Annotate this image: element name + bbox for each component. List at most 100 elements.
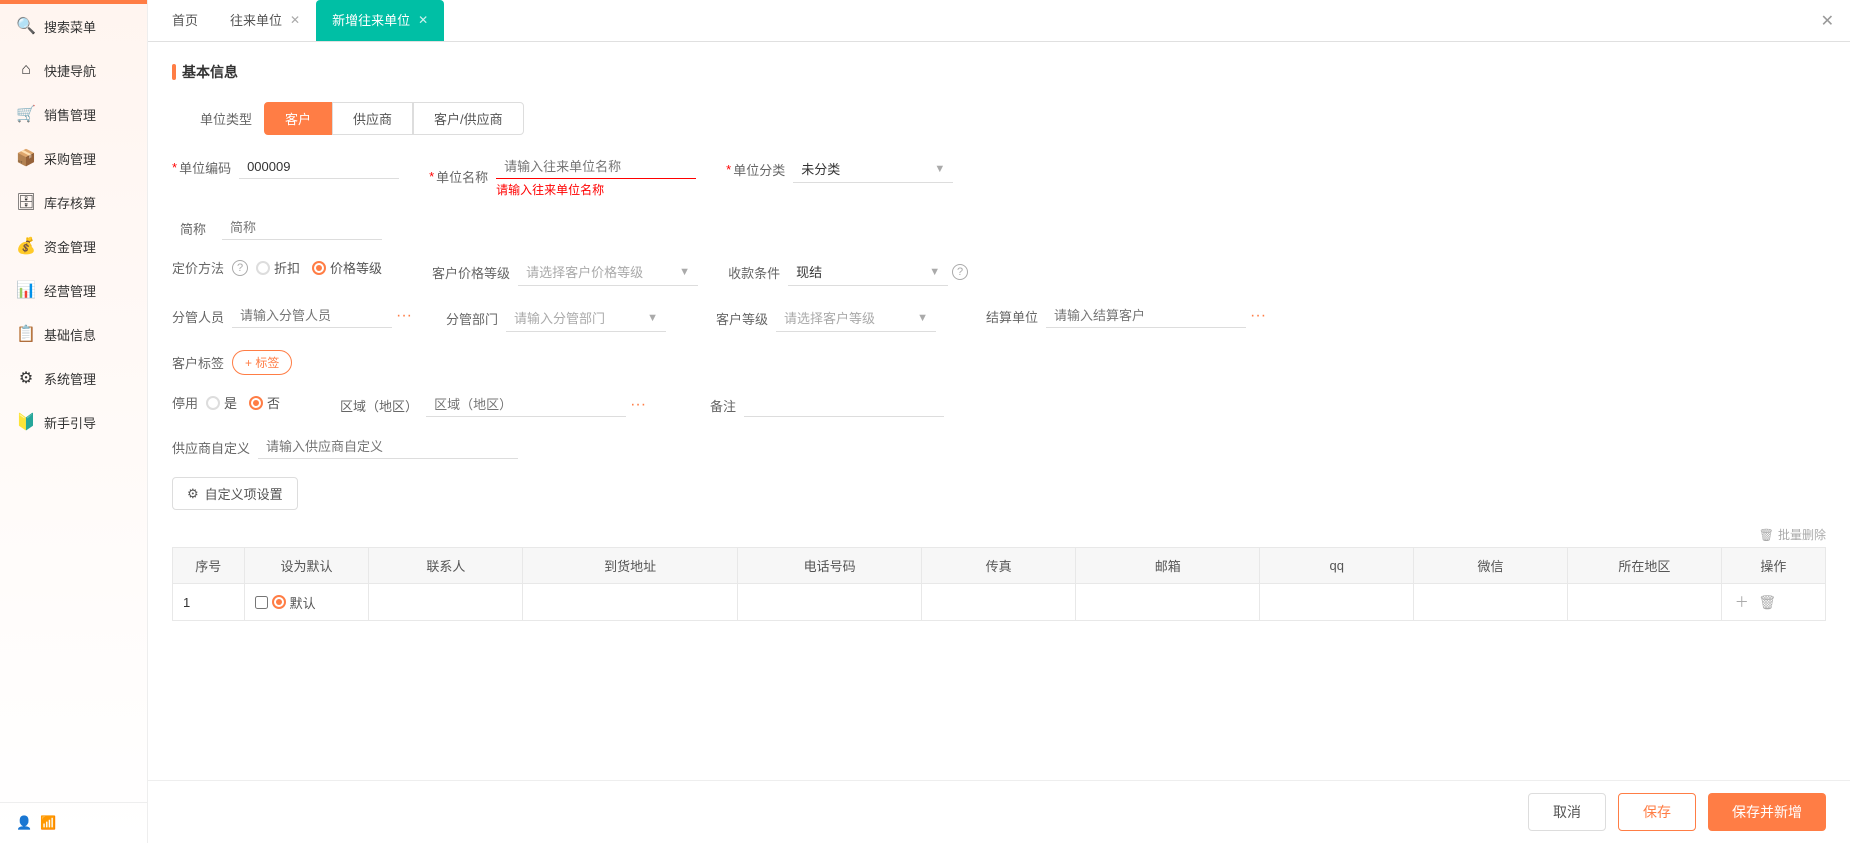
- cell-region: [1567, 584, 1721, 621]
- unit-name-error: 请输入往来单位名称: [496, 181, 696, 198]
- unit-type-both-btn[interactable]: 客户/供应商: [413, 102, 524, 135]
- main-area: 首页 往来单位 ✕ 新增往来单位 ✕ ✕ 基本信息 单位类型 客户 供应商 客户…: [148, 0, 1850, 843]
- default-radio[interactable]: [272, 595, 286, 609]
- remark-input[interactable]: [744, 393, 944, 417]
- cell-phone: [738, 584, 922, 621]
- abbrev-input[interactable]: [222, 216, 382, 240]
- unit-type-customer-btn[interactable]: 客户: [264, 102, 332, 135]
- settlement-unit-label: 结算单位: [986, 307, 1038, 326]
- qq-input[interactable]: [1270, 595, 1350, 610]
- unit-category-select[interactable]: 未分类 ▼: [793, 155, 953, 183]
- sidebar-item-basic[interactable]: 📋 基础信息: [0, 312, 147, 356]
- required-star: *: [726, 162, 731, 177]
- region-more-btn[interactable]: ···: [626, 396, 650, 414]
- contact-input[interactable]: [379, 595, 459, 610]
- save-new-button[interactable]: 保存并新增: [1708, 793, 1826, 831]
- cell-no: 1: [173, 584, 245, 621]
- sidebar-item-label: 经营管理: [44, 281, 96, 300]
- batch-delete-icon: 🗑: [1759, 528, 1774, 542]
- tab-home[interactable]: 首页: [156, 0, 214, 41]
- sidebar-bottom[interactable]: 👤 📶: [0, 802, 147, 843]
- supervisor-more-btn[interactable]: ···: [392, 307, 416, 325]
- default-radio-option[interactable]: 默认: [272, 593, 316, 612]
- region-input[interactable]: [426, 393, 626, 417]
- supplier-custom-input[interactable]: [258, 435, 518, 459]
- customer-price-level-select[interactable]: 请选择客户价格等级 ▼: [518, 258, 698, 286]
- phone-input[interactable]: [748, 595, 848, 610]
- pricing-help-icon[interactable]: ?: [232, 260, 248, 276]
- unit-code-input[interactable]: [239, 155, 399, 179]
- payment-terms-select[interactable]: 现结 ▼: [788, 258, 948, 286]
- payment-terms-value: 现结: [796, 262, 925, 281]
- disable-yes-radio[interactable]: [206, 396, 220, 410]
- disable-yes-option[interactable]: 是: [206, 393, 237, 412]
- cell-contact: [369, 584, 523, 621]
- field-customer-price-level: 客户价格等级 请选择客户价格等级 ▼: [432, 258, 698, 286]
- col-no: 序号: [173, 548, 245, 584]
- row-checkbox[interactable]: [255, 596, 268, 609]
- sidebar-item-purchase[interactable]: 📦 采购管理: [0, 136, 147, 180]
- tab-partners[interactable]: 往来单位 ✕: [214, 0, 316, 41]
- address-input[interactable]: [533, 595, 653, 610]
- pricing-level-option[interactable]: 价格等级: [312, 258, 382, 277]
- form-row-pricing: 定价方法 ? 折扣 价格等级 客户价格等级 请选择客户价格等级: [172, 258, 1826, 286]
- wechat-input[interactable]: [1424, 595, 1504, 610]
- sidebar-item-search[interactable]: 🔍 搜索菜单: [0, 4, 147, 48]
- unit-name-input[interactable]: [496, 155, 696, 179]
- department-select[interactable]: 请输入分管部门 ▼: [506, 304, 666, 332]
- unit-category-label: 单位分类: [733, 160, 785, 179]
- price-level-radio[interactable]: [312, 261, 326, 275]
- cell-address: [523, 584, 738, 621]
- tab-partners-close[interactable]: ✕: [290, 13, 300, 27]
- sidebar-item-finance[interactable]: 💰 资金管理: [0, 224, 147, 268]
- payment-terms-help-icon[interactable]: ?: [952, 264, 968, 280]
- disable-no-label: 否: [267, 393, 280, 412]
- email-input[interactable]: [1086, 595, 1186, 610]
- department-label: 分管部门: [446, 309, 498, 328]
- sidebar-item-label: 系统管理: [44, 369, 96, 388]
- price-level-label: 价格等级: [330, 258, 382, 277]
- sidebar-item-system[interactable]: ⚙ 系统管理: [0, 356, 147, 400]
- pricing-discount-option[interactable]: 折扣: [256, 258, 300, 277]
- tab-new-partner[interactable]: 新增往来单位 ✕: [316, 0, 444, 41]
- tab-new-partner-close[interactable]: ✕: [418, 13, 428, 27]
- cell-qq: [1260, 584, 1414, 621]
- batch-delete-label: 批量删除: [1778, 526, 1826, 543]
- form-row-abbrev: 简称: [172, 216, 1826, 240]
- unit-name-label: 单位名称: [436, 167, 488, 186]
- sidebar-item-sales[interactable]: 🛒 销售管理: [0, 92, 147, 136]
- settings-gear-icon: ⚙: [187, 486, 199, 502]
- customer-level-select[interactable]: 请选择客户等级 ▼: [776, 304, 936, 332]
- add-row-btn[interactable]: ＋: [1732, 592, 1752, 612]
- supervisor-input[interactable]: [232, 304, 392, 328]
- inventory-icon: 🗄: [16, 192, 36, 212]
- cancel-button[interactable]: 取消: [1528, 793, 1606, 831]
- sidebar-item-quicknav[interactable]: ⌂ 快捷导航: [0, 48, 147, 92]
- table-region-input[interactable]: [1578, 595, 1658, 610]
- sidebar-item-operation[interactable]: 📊 经营管理: [0, 268, 147, 312]
- supervisor-label: 分管人员: [172, 307, 224, 326]
- batch-delete-row[interactable]: 🗑 批量删除: [172, 526, 1826, 543]
- sidebar-item-newguide[interactable]: 🔰 新手引导: [0, 400, 147, 444]
- fax-input[interactable]: [932, 595, 1012, 610]
- unit-type-supplier-btn[interactable]: 供应商: [332, 102, 413, 135]
- save-button[interactable]: 保存: [1618, 793, 1696, 831]
- tab-bar: 首页 往来单位 ✕ 新增往来单位 ✕ ✕: [148, 0, 1850, 42]
- disable-no-radio[interactable]: [249, 396, 263, 410]
- customer-level-label: 客户等级: [716, 309, 768, 328]
- custom-settings-btn[interactable]: ⚙ 自定义项设置: [172, 477, 298, 510]
- user-icon: 👤: [16, 815, 32, 831]
- delete-row-btn[interactable]: 🗑: [1755, 594, 1779, 611]
- discount-radio[interactable]: [256, 261, 270, 275]
- settlement-unit-input[interactable]: [1046, 304, 1246, 328]
- cell-email: [1076, 584, 1260, 621]
- required-star: *: [172, 160, 177, 175]
- field-payment-terms: 收款条件 现结 ▼ ?: [728, 258, 968, 286]
- tab-bar-global-close[interactable]: ✕: [1813, 7, 1842, 35]
- add-tag-btn[interactable]: + 标签: [232, 350, 292, 375]
- disable-no-option[interactable]: 否: [249, 393, 280, 412]
- customer-price-level-label: 客户价格等级: [432, 263, 510, 282]
- settlement-unit-more-btn[interactable]: ···: [1246, 307, 1270, 325]
- chevron-down-icon: ▼: [934, 163, 945, 175]
- sidebar-item-inventory[interactable]: 🗄 库存核算: [0, 180, 147, 224]
